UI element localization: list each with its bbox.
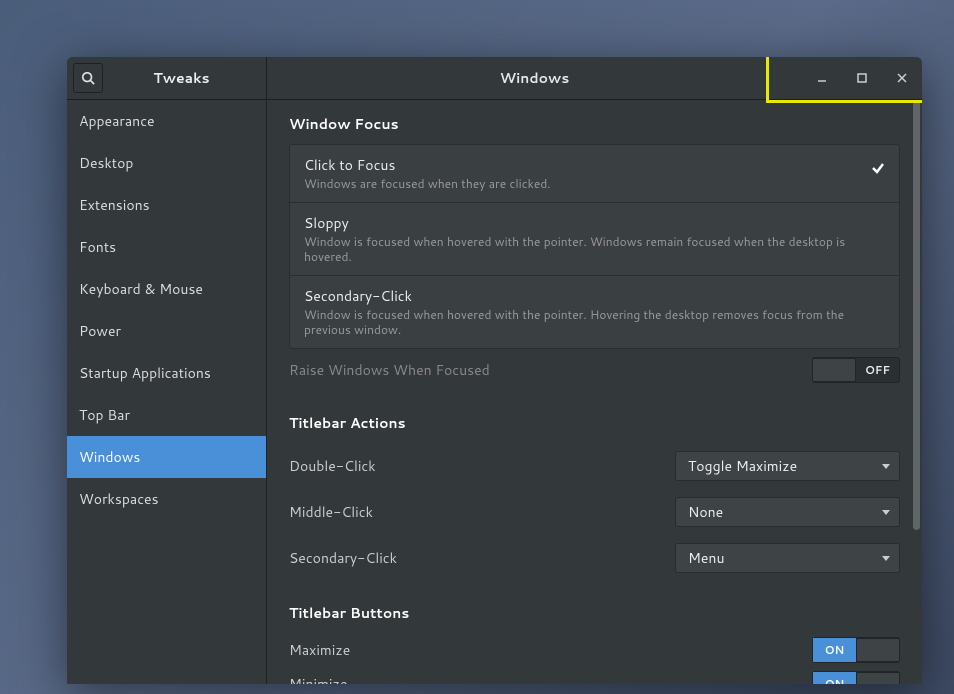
raise-windows-toggle[interactable]: ON OFF — [812, 357, 900, 383]
raise-windows-row: Raise Windows When Focused ON OFF — [289, 349, 900, 391]
chevron-down-icon — [881, 553, 891, 563]
maximize-button[interactable] — [842, 57, 882, 100]
sidebar-item-fonts[interactable]: Fonts — [67, 226, 266, 268]
focus-option-sloppy[interactable]: Sloppy Window is focused when hovered wi… — [290, 203, 899, 276]
middle-click-dropdown[interactable]: None — [675, 497, 900, 527]
focus-option-title: Secondary-Click — [304, 286, 885, 306]
maximize-icon — [857, 73, 867, 83]
toggle-off-label: OFF — [856, 358, 899, 382]
scrollbar[interactable] — [913, 100, 920, 684]
scrollbar-thumb[interactable] — [913, 100, 920, 530]
focus-option-desc: Window is focused when hovered with the … — [304, 307, 885, 338]
middle-click-label: Middle-Click — [289, 502, 675, 522]
app-title: Tweaks — [103, 68, 260, 88]
sidebar-item-startup-applications[interactable]: Startup Applications — [67, 352, 266, 394]
window-focus-group: Click to Focus Windows are focused when … — [289, 144, 900, 349]
maximize-label: Maximize — [289, 640, 812, 660]
header-right: Windows — [267, 57, 922, 99]
panel-title: Windows — [267, 68, 802, 88]
check-icon — [871, 161, 885, 175]
sidebar-item-workspaces[interactable]: Workspaces — [67, 478, 266, 520]
raise-windows-label: Raise Windows When Focused — [289, 360, 812, 380]
sidebar: Appearance Desktop Extensions Fonts Keyb… — [67, 100, 267, 684]
secondary-click-row: Secondary-Click Menu — [289, 535, 900, 581]
sidebar-item-top-bar[interactable]: Top Bar — [67, 394, 266, 436]
search-icon — [81, 71, 95, 85]
minimize-button[interactable] — [802, 57, 842, 100]
window-focus-title: Window Focus — [289, 114, 900, 134]
focus-option-click[interactable]: Click to Focus Windows are focused when … — [290, 145, 899, 203]
titlebar-actions-title: Titlebar Actions — [289, 413, 900, 433]
dropdown-value: Menu — [688, 548, 881, 568]
minimize-icon — [817, 73, 827, 83]
toggle-on-label: ON — [813, 638, 856, 662]
sidebar-item-windows[interactable]: Windows — [67, 436, 266, 478]
toggle-on-label: ON — [813, 672, 856, 684]
minimize-label: Minimize — [289, 674, 812, 684]
close-button[interactable] — [882, 57, 922, 100]
header-bar: Tweaks Windows — [67, 57, 922, 100]
content-panel: Window Focus Click to Focus Windows are … — [267, 100, 922, 684]
double-click-label: Double-Click — [289, 456, 675, 476]
dropdown-value: Toggle Maximize — [688, 456, 881, 476]
maximize-toggle[interactable]: ON OFF — [812, 637, 900, 663]
minimize-toggle[interactable]: ON OFF — [812, 671, 900, 684]
sidebar-item-appearance[interactable]: Appearance — [67, 100, 266, 142]
sidebar-item-desktop[interactable]: Desktop — [67, 142, 266, 184]
dropdown-value: None — [688, 502, 881, 522]
minimize-row: Minimize ON OFF — [289, 667, 900, 684]
toggle-slider — [856, 672, 900, 684]
secondary-click-dropdown[interactable]: Menu — [675, 543, 900, 573]
sidebar-item-power[interactable]: Power — [67, 310, 266, 352]
header-left: Tweaks — [67, 57, 267, 99]
search-button[interactable] — [73, 63, 103, 93]
double-click-dropdown[interactable]: Toggle Maximize — [675, 451, 900, 481]
double-click-row: Double-Click Toggle Maximize — [289, 443, 900, 489]
maximize-row: Maximize ON OFF — [289, 633, 900, 667]
window-controls — [802, 57, 922, 99]
middle-click-row: Middle-Click None — [289, 489, 900, 535]
titlebar-buttons-title: Titlebar Buttons — [289, 603, 900, 623]
focus-option-desc: Window is focused when hovered with the … — [304, 234, 885, 265]
toggle-slider — [812, 358, 856, 382]
sidebar-item-extensions[interactable]: Extensions — [67, 184, 266, 226]
sidebar-item-keyboard-mouse[interactable]: Keyboard & Mouse — [67, 268, 266, 310]
toggle-slider — [856, 638, 900, 662]
window-body: Appearance Desktop Extensions Fonts Keyb… — [67, 100, 922, 684]
focus-option-desc: Windows are focused when they are clicke… — [304, 176, 863, 192]
close-icon — [897, 73, 907, 83]
tweaks-window: Tweaks Windows Appearance Desktop Extens… — [67, 57, 922, 684]
focus-option-title: Sloppy — [304, 213, 885, 233]
chevron-down-icon — [881, 461, 891, 471]
secondary-click-label: Secondary-Click — [289, 548, 675, 568]
focus-option-title: Click to Focus — [304, 155, 863, 175]
chevron-down-icon — [881, 507, 891, 517]
focus-option-secondary-click[interactable]: Secondary-Click Window is focused when h… — [290, 276, 899, 348]
